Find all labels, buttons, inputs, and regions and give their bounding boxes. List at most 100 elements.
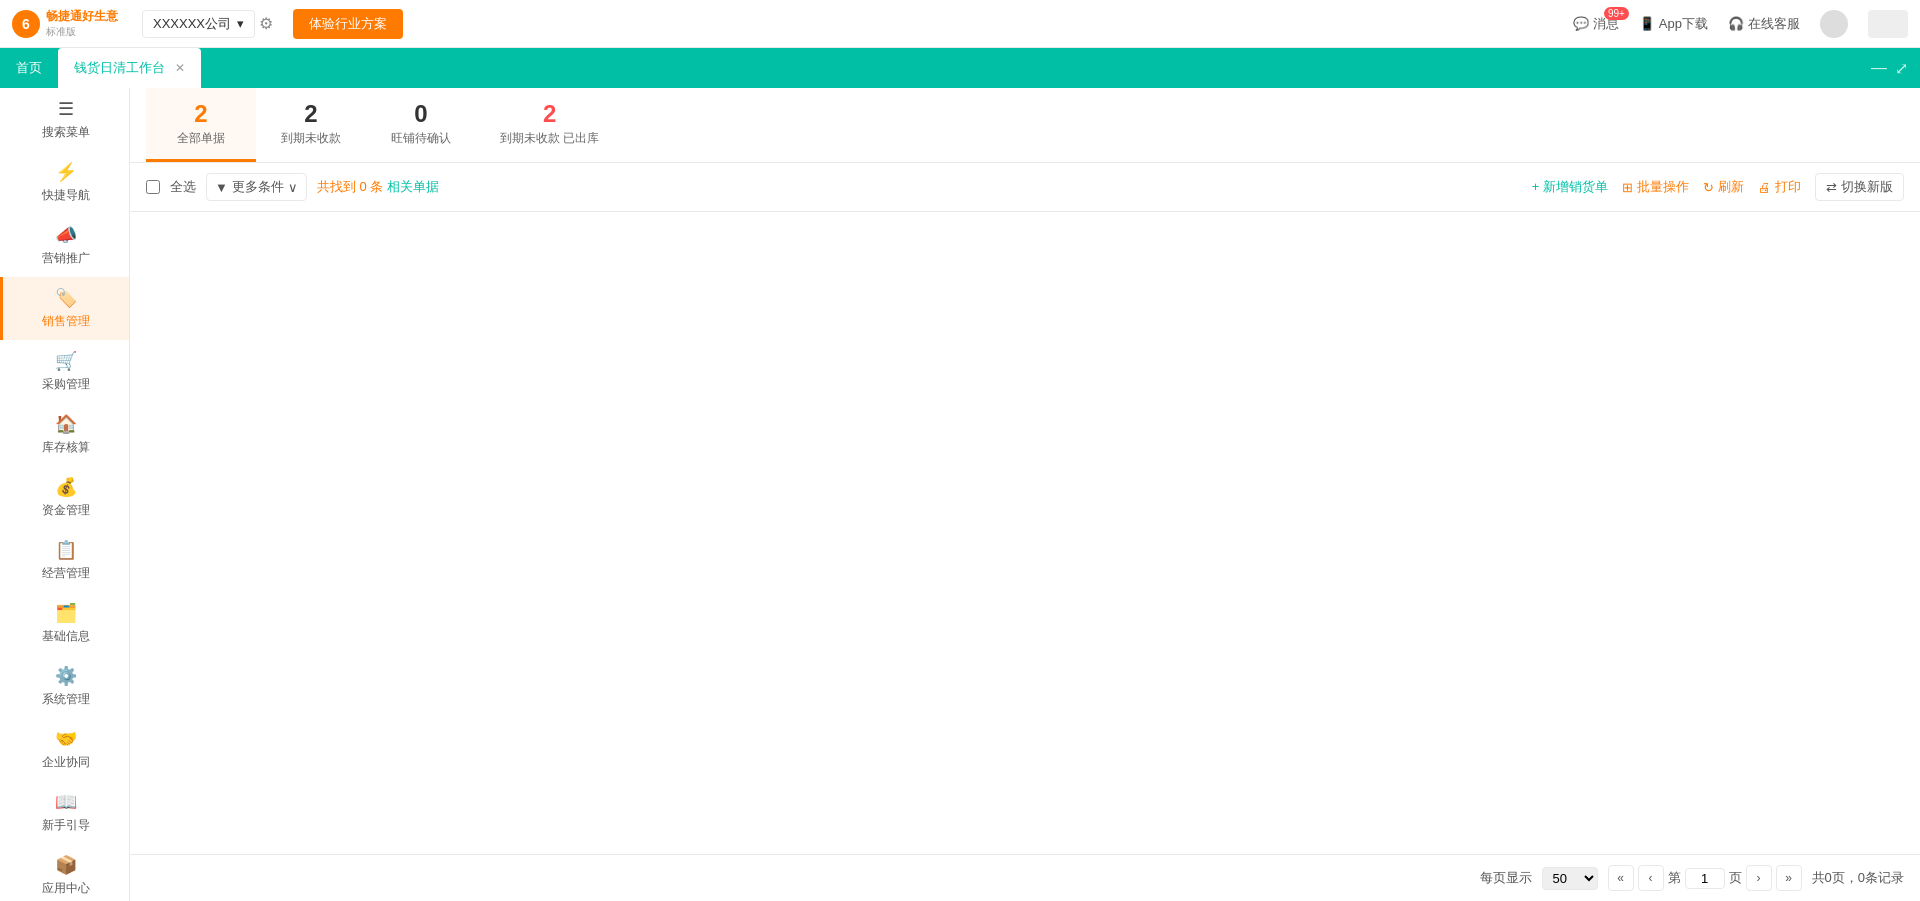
sidebar-item-app-center[interactable]: 📦 应用中心: [0, 844, 129, 901]
sidebar-item-marketing-label: 营销推广: [42, 250, 90, 267]
message-icon: 💬: [1573, 16, 1589, 31]
total-label: 共0页，0条记录: [1812, 869, 1904, 887]
sidebar-item-finance[interactable]: 💰 资金管理: [0, 466, 129, 529]
top-header: 6 畅捷通好生意 标准版 XXXXXX公司 ▾ ⚙ 体验行业方案 💬 消息 99…: [0, 0, 1920, 48]
message-btn[interactable]: 💬 消息 99+: [1573, 15, 1619, 33]
sidebar-item-inventory[interactable]: 🏠 库存核算: [0, 403, 129, 466]
tab-bar: 首页 钱货日清工作台 ✕ — ⤢: [0, 48, 1920, 88]
switch-icon: ⇄: [1826, 180, 1837, 195]
message-badge: 99+: [1604, 7, 1629, 20]
sidebar-item-guide[interactable]: 📖 新手引导: [0, 781, 129, 844]
new-sale-btn[interactable]: + 新增销货单: [1532, 178, 1608, 196]
logo-text: 畅捷通好生意 标准版: [46, 8, 118, 39]
switch-version-btn[interactable]: ⇄ 切换新版: [1815, 173, 1904, 201]
stat-wangpu-num: 0: [414, 100, 427, 128]
pagination-bar: 每页显示 50 100 200 « ‹ 第 页 › » 共0页，0条记录: [130, 854, 1920, 901]
first-page-btn[interactable]: «: [1608, 865, 1634, 891]
more-filters-btn[interactable]: ▼ 更多条件 ∨: [206, 173, 307, 201]
sidebar-item-system-label: 系统管理: [42, 691, 90, 708]
batch-icon: ⊞: [1622, 180, 1633, 195]
select-all-label: 全选: [170, 178, 196, 196]
app-download-label: App下载: [1659, 15, 1708, 33]
tab-maximize-btn[interactable]: ⤢: [1895, 59, 1908, 78]
quick-nav-icon: ⚡: [55, 161, 77, 183]
online-service-label: 在线客服: [1748, 15, 1800, 33]
page-nav: « ‹ 第 页 › »: [1608, 865, 1802, 891]
sidebar-item-operations-label: 经营管理: [42, 565, 90, 582]
logo-icon: 6: [12, 10, 40, 38]
tab-home[interactable]: 首页: [0, 48, 58, 88]
stat-all-label: 全部单据: [177, 130, 225, 147]
sidebar-item-guide-label: 新手引导: [42, 817, 90, 834]
service-icon: 🎧: [1728, 16, 1744, 31]
last-page-btn[interactable]: »: [1776, 865, 1802, 891]
toolbar: 全选 ▼ 更多条件 ∨ 共找到 0 条 相关单据 + 新增销货单 ⊞ 批量操作: [130, 163, 1920, 212]
sidebar-item-system[interactable]: ⚙️ 系统管理: [0, 655, 129, 718]
found-count: 共找到 0 条 相关单据: [317, 178, 439, 196]
sidebar-item-base-info[interactable]: 🗂️ 基础信息: [0, 592, 129, 655]
sidebar-item-marketing[interactable]: 📣 营销推广: [0, 214, 129, 277]
sidebar-item-quick-nav[interactable]: ⚡ 快捷导航: [0, 151, 129, 214]
stat-tab-all[interactable]: 2 全部单据: [146, 88, 256, 162]
page-label: 第: [1668, 869, 1681, 887]
stat-wangpu-label: 旺铺待确认: [391, 130, 451, 147]
guide-icon: 📖: [55, 791, 77, 813]
sidebar-item-quick-nav-label: 快捷导航: [42, 187, 90, 204]
next-page-btn[interactable]: ›: [1746, 865, 1772, 891]
stat-tab-wangpu[interactable]: 0 旺铺待确认: [366, 88, 476, 162]
company-selector[interactable]: XXXXXX公司 ▾: [142, 10, 255, 38]
purchase-icon: 🛒: [55, 350, 77, 372]
sidebar-item-app-center-label: 应用中心: [42, 880, 90, 897]
sales-icon: 🏷️: [55, 287, 77, 309]
refresh-btn[interactable]: ↻ 刷新: [1703, 178, 1744, 196]
tab-bar-right: — ⤢: [1871, 59, 1920, 78]
sidebar-item-search[interactable]: ☰ 搜索菜单: [0, 88, 129, 151]
stat-tab-shipped[interactable]: 2 到期未收款 已出库: [476, 88, 623, 162]
avatar[interactable]: [1820, 10, 1848, 38]
experience-btn[interactable]: 体验行业方案: [293, 9, 403, 39]
stat-shipped-num: 2: [543, 100, 556, 128]
page-input[interactable]: [1685, 868, 1725, 889]
sidebar-item-finance-label: 资金管理: [42, 502, 90, 519]
sidebar-item-purchase[interactable]: 🛒 采购管理: [0, 340, 129, 403]
toolbar-right: + 新增销货单 ⊞ 批量操作 ↻ 刷新 🖨 打印 ⇄ 切换新版: [1532, 173, 1904, 201]
sidebar-item-sales-label: 销售管理: [42, 313, 90, 330]
more-filters-label: 更多条件: [232, 178, 284, 196]
batch-op-btn[interactable]: ⊞ 批量操作: [1622, 178, 1689, 196]
tab-work-platform-label: 钱货日清工作台: [74, 59, 165, 77]
sidebar-item-cooperation-label: 企业协同: [42, 754, 90, 771]
stats-tabs: 2 全部单据 2 到期未收款 0 旺铺待确认 2 到期未收款 已出库: [130, 88, 1920, 163]
marketing-icon: 📣: [55, 224, 77, 246]
prev-page-btn[interactable]: ‹: [1638, 865, 1664, 891]
main-layout: ☰ 搜索菜单 ⚡ 快捷导航 📣 营销推广 🏷️ 销售管理 🛒 采购管理 🏠 库存…: [0, 88, 1920, 901]
app-icon: 📱: [1639, 16, 1655, 31]
filter-icon: ▼: [215, 180, 228, 195]
select-all-checkbox[interactable]: [146, 180, 160, 194]
stat-tab-overdue[interactable]: 2 到期未收款: [256, 88, 366, 162]
tab-minimize-btn[interactable]: —: [1871, 59, 1887, 77]
print-icon: 🖨: [1758, 180, 1771, 195]
sidebar-item-search-label: 搜索菜单: [42, 124, 90, 141]
page-size-select[interactable]: 50 100 200: [1542, 867, 1598, 890]
tab-home-label: 首页: [16, 59, 42, 77]
search-menu-icon: ☰: [58, 98, 74, 120]
sidebar-item-base-info-label: 基础信息: [42, 628, 90, 645]
settings-button[interactable]: ⚙: [255, 14, 277, 33]
tab-close-icon[interactable]: ✕: [175, 61, 185, 75]
content-area: 2 全部单据 2 到期未收款 0 旺铺待确认 2 到期未收款 已出库 全选: [130, 88, 1920, 901]
header-right: 💬 消息 99+ 📱 App下载 🎧 在线客服: [1573, 10, 1908, 38]
page-suffix: 页: [1729, 869, 1742, 887]
refresh-icon: ↻: [1703, 180, 1714, 195]
sidebar-item-operations[interactable]: 📋 经营管理: [0, 529, 129, 592]
stat-shipped-label: 到期未收款 已出库: [500, 130, 599, 147]
stat-overdue-num: 2: [304, 100, 317, 128]
sidebar-item-cooperation[interactable]: 🤝 企业协同: [0, 718, 129, 781]
operations-icon: 📋: [55, 539, 77, 561]
tab-work-platform[interactable]: 钱货日清工作台 ✕: [58, 48, 201, 88]
print-btn[interactable]: 🖨 打印: [1758, 178, 1801, 196]
logo-area: 6 畅捷通好生意 标准版: [12, 8, 142, 39]
sidebar-item-sales[interactable]: 🏷️ 销售管理: [0, 277, 129, 340]
online-service-btn[interactable]: 🎧 在线客服: [1728, 15, 1800, 33]
app-download-btn[interactable]: 📱 App下载: [1639, 15, 1708, 33]
found-num: 0: [360, 179, 367, 194]
